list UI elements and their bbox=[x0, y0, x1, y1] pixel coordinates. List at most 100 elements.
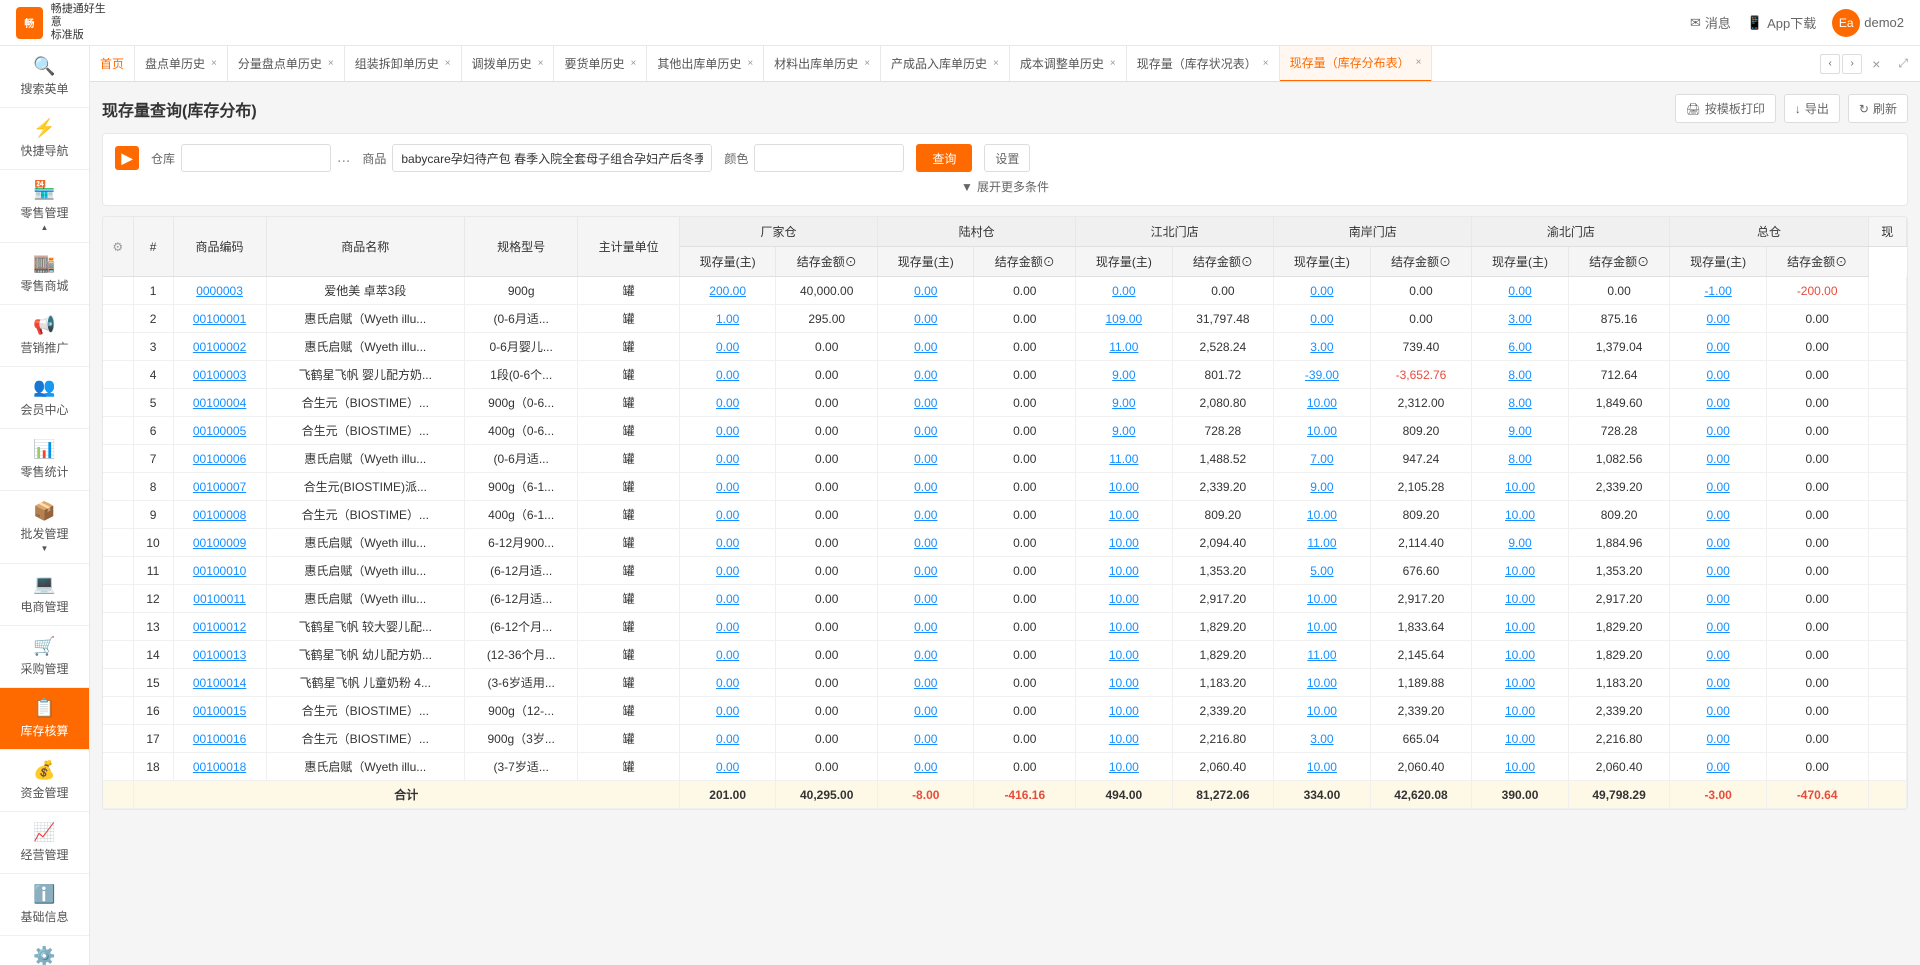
close-icon[interactable]: × bbox=[1263, 58, 1269, 69]
row-zongcang-qty: 0.00 bbox=[1670, 725, 1766, 753]
row-nanan-qty: 9.00 bbox=[1274, 473, 1370, 501]
tab-purchase-order[interactable]: 要货单历史 × bbox=[554, 46, 647, 82]
close-icon[interactable]: × bbox=[211, 58, 217, 69]
row-code: 00100013 bbox=[173, 641, 266, 669]
row-zongcang-amt: 0.00 bbox=[1766, 725, 1868, 753]
sidebar-item-system[interactable]: ⚙️ 系统管理 bbox=[0, 936, 89, 965]
row-changjia-amt: 0.00 bbox=[776, 697, 878, 725]
refresh-btn[interactable]: ↻ 刷新 bbox=[1848, 94, 1908, 123]
message-btn[interactable]: ✉ 消息 bbox=[1690, 13, 1731, 32]
row-zongcang-qty: 0.00 bbox=[1670, 333, 1766, 361]
tab-stock-distribution[interactable]: 现存量（库存分布表） × bbox=[1280, 46, 1433, 82]
summary-changjia-amt: 40,295.00 bbox=[776, 781, 878, 809]
sidebar-item-finance[interactable]: 💰 资金管理 bbox=[0, 750, 89, 812]
row-jiangbei-qty: 9.00 bbox=[1076, 417, 1172, 445]
user-area[interactable]: Ea demo2 bbox=[1832, 9, 1904, 37]
close-icon[interactable]: × bbox=[1416, 57, 1422, 68]
chart-icon: 📊 bbox=[33, 439, 55, 460]
tab-material-out[interactable]: 材料出库单历史 × bbox=[764, 46, 881, 82]
goods-input[interactable] bbox=[392, 144, 712, 172]
tab-home[interactable]: 首页 bbox=[90, 46, 135, 82]
export-btn[interactable]: ↓ 导出 bbox=[1784, 94, 1840, 123]
row-jiangbei-qty: 10.00 bbox=[1076, 557, 1172, 585]
warehouse-more-btn[interactable]: ... bbox=[337, 149, 350, 167]
tab-assembly[interactable]: 组装拆卸单历史 × bbox=[345, 46, 462, 82]
tab-cost-adjust[interactable]: 成本调整单历史 × bbox=[1010, 46, 1127, 82]
close-icon[interactable]: × bbox=[1110, 58, 1116, 69]
chevron-down-icon: ▼ bbox=[961, 180, 973, 194]
sidebar-item-quicknav[interactable]: ⚡ 快捷导航 bbox=[0, 108, 89, 170]
query-btn[interactable]: 查询 bbox=[916, 144, 972, 172]
row-no: 7 bbox=[133, 445, 173, 473]
lightning-icon: ⚡ bbox=[33, 118, 55, 139]
nav-prev-btn[interactable]: ‹ bbox=[1820, 54, 1840, 74]
tab-stock-status[interactable]: 现存量（库存状况表） × bbox=[1127, 46, 1280, 82]
nav-close-all-btn[interactable]: × bbox=[1864, 56, 1888, 72]
color-input[interactable] bbox=[754, 144, 904, 172]
sidebar-item-wholesale[interactable]: 📦 批发管理 bbox=[0, 491, 89, 564]
sidebar-item-operation[interactable]: 📈 经营管理 bbox=[0, 812, 89, 874]
tab-other-out[interactable]: 其他出库单历史 × bbox=[647, 46, 764, 82]
app-download-btn[interactable]: 📱 App下载 bbox=[1747, 13, 1816, 32]
top-bar: 畅 畅捷通好生意 标准版 ✉ 消息 📱 App下载 Ea demo2 bbox=[0, 0, 1920, 46]
close-icon[interactable]: × bbox=[328, 58, 334, 69]
row-code: 00100015 bbox=[173, 697, 266, 725]
row-spec: 900g（3岁... bbox=[465, 725, 578, 753]
settings-btn[interactable]: 设置 bbox=[984, 144, 1030, 172]
close-icon[interactable]: × bbox=[630, 58, 636, 69]
row-more bbox=[1868, 445, 1906, 473]
row-unit: 罐 bbox=[578, 753, 680, 781]
row-yubei-qty: 10.00 bbox=[1472, 613, 1568, 641]
sidebar-item-retail-mgmt[interactable]: 🏪 零售管理 bbox=[0, 170, 89, 243]
sidebar-item-member[interactable]: 👥 会员中心 bbox=[0, 367, 89, 429]
summary-zongcang-amt: -470.64 bbox=[1766, 781, 1868, 809]
row-unit: 罐 bbox=[578, 389, 680, 417]
tab-weight-stocktake[interactable]: 分量盘点单历史 × bbox=[228, 46, 345, 82]
col-changjia-qty: 现存量(主) bbox=[679, 247, 775, 277]
nav-next-btn[interactable]: › bbox=[1842, 54, 1862, 74]
table-row: 11 00100010 惠氏启赋（Wyeth illu... (6-12月适..… bbox=[103, 557, 1907, 585]
row-changjia-amt: 0.00 bbox=[776, 445, 878, 473]
col-yubei-header: 渝北门店 bbox=[1472, 217, 1670, 247]
sidebar-item-search[interactable]: 🔍 搜索英单 bbox=[0, 46, 89, 108]
color-filter: 颜色 bbox=[724, 144, 904, 172]
close-icon[interactable]: × bbox=[864, 58, 870, 69]
col-changjia-amt: 结存金额⊙ bbox=[776, 247, 878, 277]
row-jiangbei-amt: 2,339.20 bbox=[1172, 697, 1274, 725]
warehouse-input[interactable] bbox=[181, 144, 331, 172]
nav-arrows: ‹ › × ⤢ bbox=[1816, 54, 1920, 74]
warehouse-label: 仓库 bbox=[151, 150, 175, 167]
col-jiangbei-header: 江北门店 bbox=[1076, 217, 1274, 247]
row-changjia-qty: 0.00 bbox=[679, 585, 775, 613]
expand-more-btn[interactable]: ▼ 展开更多条件 bbox=[115, 178, 1895, 195]
tab-stocktake[interactable]: 盘点单历史 × bbox=[135, 46, 228, 82]
people-icon: 👥 bbox=[33, 377, 55, 398]
tab-finished-in[interactable]: 产成品入库单历史 × bbox=[881, 46, 1010, 82]
row-lucun-amt: 0.00 bbox=[974, 333, 1076, 361]
row-changjia-qty: 0.00 bbox=[679, 613, 775, 641]
row-zongcang-qty: 0.00 bbox=[1670, 585, 1766, 613]
row-nanan-amt: 2,339.20 bbox=[1370, 697, 1472, 725]
sidebar-item-retail-mall[interactable]: 🏬 零售商城 bbox=[0, 243, 89, 305]
close-icon[interactable]: × bbox=[538, 58, 544, 69]
row-zongcang-amt: 0.00 bbox=[1766, 697, 1868, 725]
print-btn[interactable]: 🖨 按模板打印 bbox=[1675, 94, 1776, 123]
close-icon[interactable]: × bbox=[445, 58, 451, 69]
row-code: 00100006 bbox=[173, 445, 266, 473]
col-lucun-header: 陆村仓 bbox=[878, 217, 1076, 247]
filter-expand-btn[interactable]: ▶ bbox=[115, 146, 139, 170]
table-row: 16 00100015 合生元（BIOSTIME）... 900g（12-...… bbox=[103, 697, 1907, 725]
sidebar-item-basic-info[interactable]: ℹ️ 基础信息 bbox=[0, 874, 89, 936]
table-settings-icon[interactable]: ⚙ bbox=[112, 240, 123, 254]
close-icon[interactable]: × bbox=[993, 58, 999, 69]
sidebar-item-retail-stats[interactable]: 📊 零售统计 bbox=[0, 429, 89, 491]
row-code: 00100014 bbox=[173, 669, 266, 697]
sidebar-item-marketing[interactable]: 📢 营销推广 bbox=[0, 305, 89, 367]
sidebar-item-ecommerce[interactable]: 💻 电商管理 bbox=[0, 564, 89, 626]
sidebar-item-purchase[interactable]: 🛒 采购管理 bbox=[0, 626, 89, 688]
tab-transfer[interactable]: 调拨单历史 × bbox=[462, 46, 555, 82]
row-name: 合生元(BIOSTIME)派... bbox=[266, 473, 465, 501]
sidebar-item-inventory[interactable]: 📋 库存核算 bbox=[0, 688, 89, 750]
nav-expand-btn[interactable]: ⤢ bbox=[1890, 56, 1916, 71]
close-icon[interactable]: × bbox=[747, 58, 753, 69]
